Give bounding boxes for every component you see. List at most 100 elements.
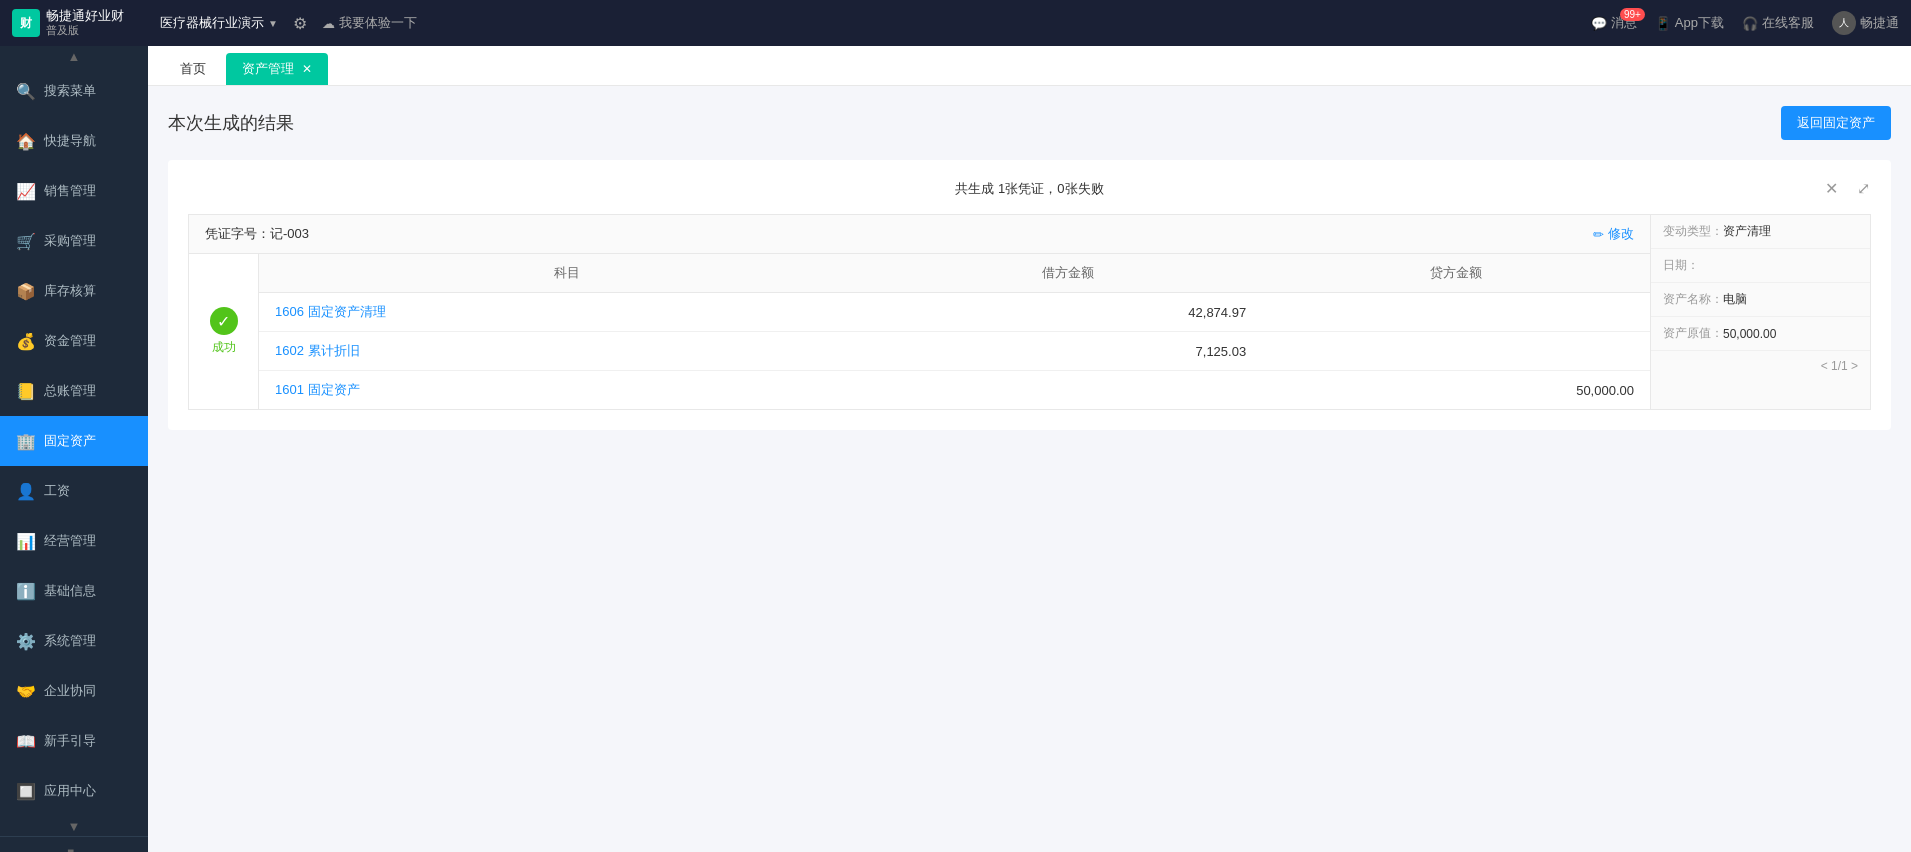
sidebar-item-label-app-center: 应用中心 — [44, 782, 96, 800]
success-cell: ✓ 成功 — [200, 297, 248, 366]
success-label: 成功 — [212, 339, 236, 356]
sidebar-item-label-quick-nav: 快捷导航 — [44, 132, 96, 150]
experience-button[interactable]: ☁ 我要体验一下 — [322, 14, 417, 32]
app-name: 畅捷通好业财 — [46, 8, 124, 24]
asset-name-row: 资产名称： 电脑 — [1651, 283, 1870, 317]
tab-asset-mgmt[interactable]: 资产管理 ✕ — [226, 53, 328, 85]
sidebar-item-search[interactable]: 🔍 搜索菜单 — [0, 66, 148, 116]
return-button[interactable]: 返回固定资产 — [1781, 106, 1891, 140]
edit-icon: ✏ — [1593, 227, 1604, 242]
logo-icon: 财 — [12, 9, 40, 37]
table-row: 1602 累计折旧 7,125.03 — [259, 332, 1650, 371]
row2-credit — [1262, 332, 1650, 371]
original-value-value: 50,000.00 — [1723, 327, 1776, 341]
avatar: 人 — [1832, 11, 1856, 35]
tab-close-icon[interactable]: ✕ — [302, 62, 312, 76]
sidebar-scroll-down[interactable]: ▼ — [0, 816, 148, 836]
search-icon: 🔍 — [16, 82, 36, 101]
account-link[interactable]: 1606 固定资产清理 — [275, 304, 386, 319]
asset-name-label: 资产名称： — [1663, 291, 1723, 308]
voucher-data-table: 科目 借方金额 贷方金额 — [259, 254, 1650, 409]
row2-code: 1602 — [275, 343, 304, 358]
sidebar-item-fixed-assets[interactable]: 🏢 固定资产 — [0, 416, 148, 466]
sidebar-item-label-inventory: 库存核算 — [44, 282, 96, 300]
row3-credit: 50,000.00 — [1262, 371, 1650, 410]
fixed-assets-icon: 🏢 — [16, 432, 36, 451]
sidebar-item-sales[interactable]: 📈 销售管理 — [0, 166, 148, 216]
close-button[interactable]: ✕ — [1819, 176, 1843, 200]
messages-button[interactable]: 💬 消息 99+ — [1591, 14, 1637, 32]
company-selector[interactable]: 医疗器械行业演示 ▼ — [160, 14, 278, 32]
sidebar-item-inventory[interactable]: 📦 库存核算 — [0, 266, 148, 316]
sidebar-item-system[interactable]: ⚙️ 系统管理 — [0, 616, 148, 666]
sidebar-item-guide[interactable]: 📖 新手引导 — [0, 716, 148, 766]
message-icon: 💬 — [1591, 16, 1607, 31]
sidebar-scroll-up[interactable]: ▲ — [0, 46, 148, 66]
sidebar-item-app-center[interactable]: 🔲 应用中心 — [0, 766, 148, 816]
home-icon: 🏠 — [16, 132, 36, 151]
user-label: 畅捷通 — [1860, 14, 1899, 32]
app-download-label: App下载 — [1675, 14, 1724, 32]
online-service-button[interactable]: 🎧 在线客服 — [1742, 14, 1814, 32]
table-row: 1606 固定资产清理 42,874.97 — [259, 293, 1650, 332]
edit-label: 修改 — [1608, 225, 1634, 243]
pagination[interactable]: < 1/1 > — [1651, 351, 1870, 381]
row1-debit: 42,874.97 — [874, 293, 1262, 332]
expand-button[interactable]: ⤢ — [1851, 176, 1875, 200]
sidebar-item-ledger[interactable]: 📒 总账管理 — [0, 366, 148, 416]
enterprise-icon: 🤝 — [16, 682, 36, 701]
service-icon: 🎧 — [1742, 16, 1758, 31]
tab-bar: 首页 资产管理 ✕ — [148, 46, 1911, 86]
guide-icon: 📖 — [16, 732, 36, 751]
col-subject: 科目 — [259, 254, 874, 293]
account-link-3[interactable]: 1601 固定资产 — [275, 382, 360, 397]
sidebar-item-label-funds: 资金管理 — [44, 332, 96, 350]
page-content: 本次生成的结果 返回固定资产 共生成 1张凭证，0张失败 凭证字号：记-003 — [148, 86, 1911, 852]
main-layout: ▲ 🔍 搜索菜单 🏠 快捷导航 📈 销售管理 🛒 采购管理 📦 库存核算 💰 资… — [0, 46, 1911, 852]
row3-code: 1601 — [275, 382, 304, 397]
page-title: 本次生成的结果 — [168, 111, 294, 135]
tab-home-label: 首页 — [180, 60, 206, 78]
row3-account[interactable]: 1601 固定资产 — [259, 371, 874, 410]
sidebar-item-enterprise[interactable]: 🤝 企业协同 — [0, 666, 148, 716]
col-debit: 借方金额 — [874, 254, 1262, 293]
row1-account[interactable]: 1606 固定资产清理 — [259, 293, 874, 332]
original-value-row: 资产原值： 50,000.00 — [1651, 317, 1870, 351]
sidebar-item-basic-info[interactable]: ℹ️ 基础信息 — [0, 566, 148, 616]
purchase-icon: 🛒 — [16, 232, 36, 251]
sidebar-item-quick-nav[interactable]: 🏠 快捷导航 — [0, 116, 148, 166]
sidebar-item-label-system: 系统管理 — [44, 632, 96, 650]
result-summary: 共生成 1张凭证，0张失败 — [188, 180, 1871, 198]
date-row: 日期： — [1651, 249, 1870, 283]
sidebar-item-payroll[interactable]: 👤 工资 — [0, 466, 148, 516]
sidebar-item-purchase[interactable]: 🛒 采购管理 — [0, 216, 148, 266]
tab-home[interactable]: 首页 — [164, 53, 222, 85]
date-label: 日期： — [1663, 257, 1723, 274]
row3-name: 固定资产 — [308, 382, 360, 397]
sidebar-item-operations[interactable]: 📊 经营管理 — [0, 516, 148, 566]
table-row: 1601 固定资产 50,000.00 — [259, 371, 1650, 410]
row2-account[interactable]: 1602 累计折旧 — [259, 332, 874, 371]
change-type-value: 资产清理 — [1723, 223, 1771, 240]
voucher-container: 凭证字号：记-003 ✏ 修改 ✓ — [188, 214, 1871, 410]
sidebar-item-label-operations: 经营管理 — [44, 532, 96, 550]
panel-controls: ✕ ⤢ — [1819, 176, 1875, 200]
voucher-main: 凭证字号：记-003 ✏ 修改 ✓ — [188, 214, 1651, 410]
app-download-button[interactable]: 📱 App下载 — [1655, 14, 1724, 32]
top-header: 财 畅捷通好业财 普及版 医疗器械行业演示 ▼ ⚙ ☁ 我要体验一下 💬 消息 … — [0, 0, 1911, 46]
row1-name: 固定资产清理 — [308, 304, 386, 319]
sidebar-item-label-ledger: 总账管理 — [44, 382, 96, 400]
asset-name-value: 电脑 — [1723, 291, 1747, 308]
edit-button[interactable]: ✏ 修改 — [1593, 225, 1634, 243]
sidebar-item-funds[interactable]: 💰 资金管理 — [0, 316, 148, 366]
company-name: 医疗器械行业演示 — [160, 14, 264, 32]
sales-icon: 📈 — [16, 182, 36, 201]
cloud-icon: ☁ — [322, 16, 335, 31]
success-icon: ✓ — [210, 307, 238, 335]
settings-icon[interactable]: ⚙ — [286, 9, 314, 37]
user-area[interactable]: 人 畅捷通 — [1832, 11, 1899, 35]
logo-text-area: 畅捷通好业财 普及版 — [46, 8, 124, 39]
account-link-2[interactable]: 1602 累计折旧 — [275, 343, 360, 358]
payroll-icon: 👤 — [16, 482, 36, 501]
sidebar-item-label-guide: 新手引导 — [44, 732, 96, 750]
